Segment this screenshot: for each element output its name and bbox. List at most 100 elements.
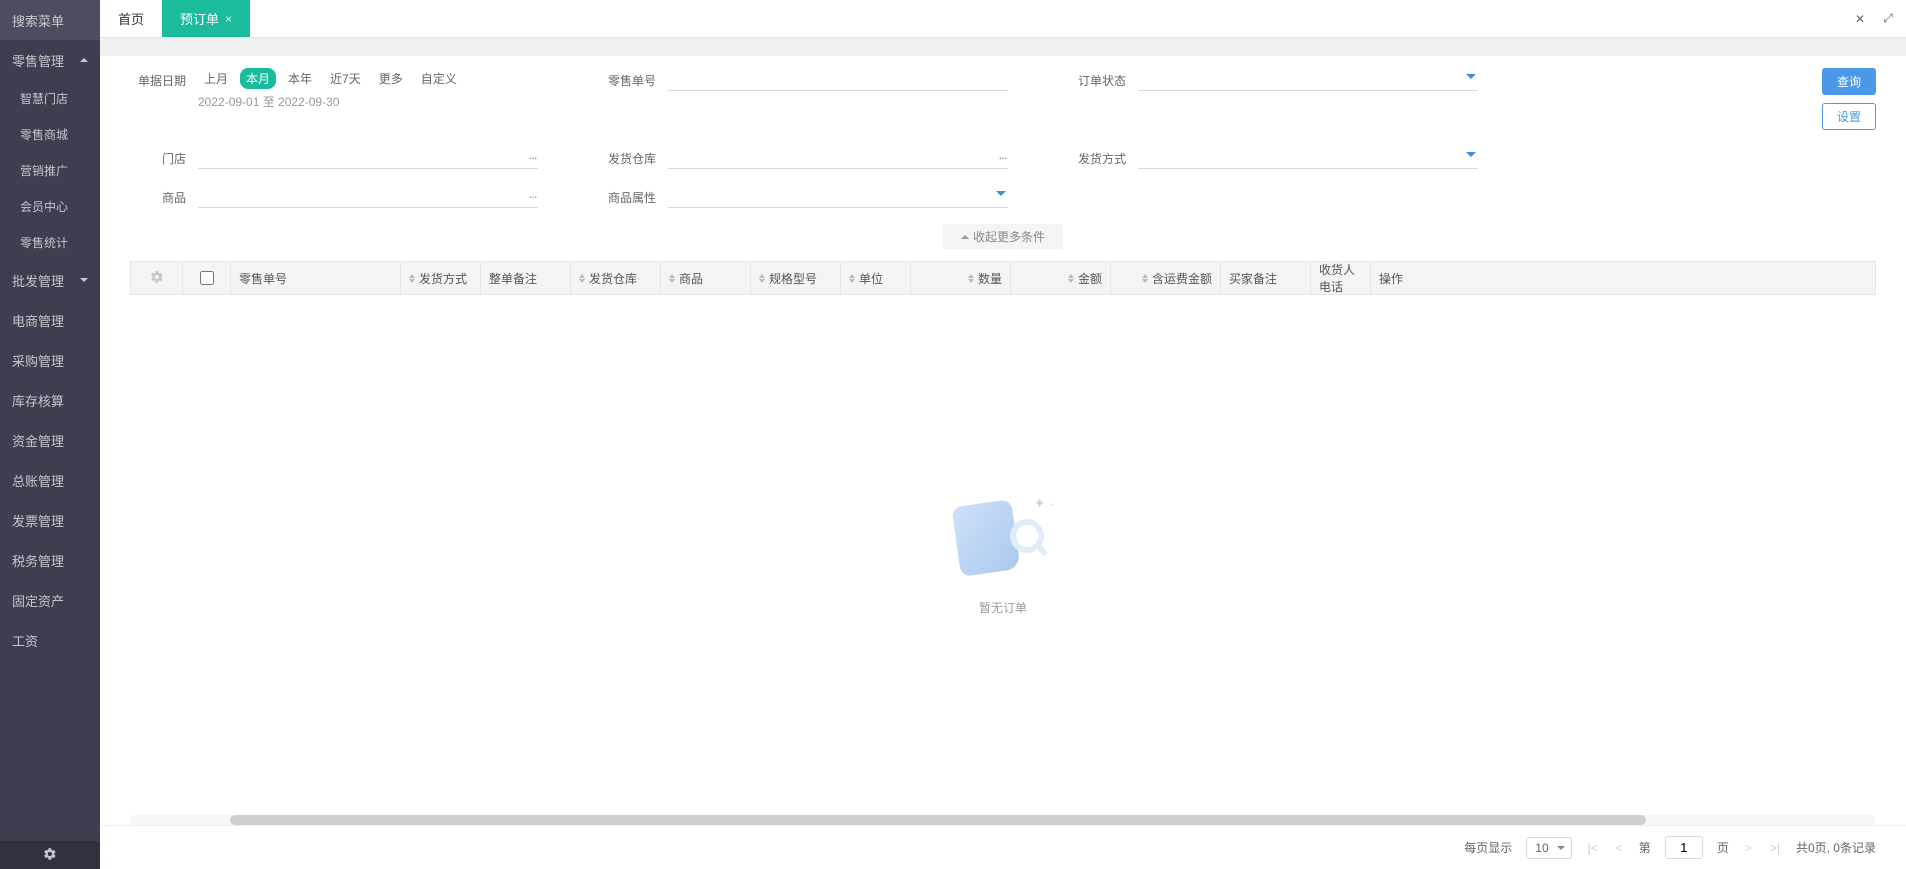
input-shipmethod[interactable] [1138, 146, 1478, 169]
th-phone[interactable]: 收货人电话 [1311, 262, 1371, 294]
date-opt-thismonth[interactable]: 本月 [240, 68, 276, 89]
per-page-select[interactable]: 10 [1526, 837, 1571, 859]
th-remark[interactable]: 整单备注 [481, 262, 571, 294]
th-retailno[interactable]: 零售单号 [231, 262, 401, 294]
input-retailno[interactable] [668, 68, 1008, 91]
sort-icon [409, 274, 415, 283]
sidebar-group-retail[interactable]: 零售管理 [0, 40, 100, 80]
date-opt-lastmonth[interactable]: 上月 [198, 68, 234, 89]
label-store: 门店 [130, 146, 186, 167]
table-area: 零售单号 发货方式 整单备注 发货仓库 商品 规格型号 单位 数量 金额 含运费… [100, 261, 1906, 825]
th-action[interactable]: 操作 [1371, 262, 1875, 294]
sort-icon [1068, 274, 1074, 283]
page-first[interactable]: |< [1586, 841, 1600, 855]
table-header: 零售单号 发货方式 整单备注 发货仓库 商品 规格型号 单位 数量 金额 含运费… [130, 261, 1876, 295]
main: 首页 预订单 × ✕ ⤢ 单据日期 上月 [100, 0, 1906, 869]
label-product: 商品 [130, 185, 186, 206]
tab-preorder[interactable]: 预订单 × [162, 0, 250, 37]
sidebar-group-funds[interactable]: 资金管理 [0, 420, 100, 460]
empty-state: ✦ · 暂无订单 [130, 295, 1876, 811]
pager: 每页显示 10 |< < 第 页 > >| 共0页, 0条记录 [100, 825, 1906, 869]
label-retailno: 零售单号 [600, 68, 656, 89]
ellipsis-icon[interactable]: ··· [998, 149, 1006, 165]
page-prev[interactable]: < [1614, 841, 1625, 855]
sidebar-group-ledger[interactable]: 总账管理 [0, 460, 100, 500]
date-range-text: 2022-09-01 至 2022-09-30 [198, 93, 463, 110]
settings-button[interactable]: 设置 [1822, 103, 1876, 130]
date-opt-7days[interactable]: 近7天 [324, 68, 367, 89]
sidebar-item-member[interactable]: 会员中心 [0, 188, 100, 224]
label-warehouse: 发货仓库 [600, 146, 656, 167]
th-product[interactable]: 商品 [661, 262, 751, 294]
th-buyerremark[interactable]: 买家备注 [1221, 262, 1311, 294]
sidebar-group-wholesale[interactable]: 批发管理 [0, 260, 100, 300]
tabs-bar: 首页 预订单 × ✕ ⤢ [100, 0, 1906, 38]
horizontal-scrollbar[interactable] [130, 815, 1876, 825]
collapse-bar[interactable]: 收起更多条件 [943, 224, 1063, 249]
ellipsis-icon[interactable]: ··· [528, 188, 536, 204]
filter-area: 单据日期 上月 本月 本年 近7天 更多 自定义 2022-09-01 至 20… [100, 56, 1906, 261]
content: 单据日期 上月 本月 本年 近7天 更多 自定义 2022-09-01 至 20… [100, 38, 1906, 869]
sidebar-group-salary[interactable]: 工资 [0, 620, 100, 660]
th-warehouse[interactable]: 发货仓库 [571, 262, 661, 294]
sidebar-group-ecommerce[interactable]: 电商管理 [0, 300, 100, 340]
sidebar: 搜索菜单 零售管理 智慧门店 零售商城 营销推广 会员中心 零售统计 批发管理 … [0, 0, 100, 869]
sidebar-item-retailmall[interactable]: 零售商城 [0, 116, 100, 152]
date-opt-thisyear[interactable]: 本年 [282, 68, 318, 89]
page-next[interactable]: > [1743, 841, 1754, 855]
page-label-pre: 第 [1639, 839, 1651, 856]
filter-top-strip [100, 38, 1906, 56]
page-input[interactable] [1665, 836, 1703, 859]
input-product[interactable] [198, 185, 538, 208]
sidebar-group-purchase[interactable]: 采购管理 [0, 340, 100, 380]
page-last[interactable]: >| [1768, 841, 1782, 855]
scrollbar-thumb[interactable] [230, 815, 1646, 825]
sort-icon [849, 274, 855, 283]
sidebar-search-label: 搜索菜单 [12, 11, 64, 30]
chevron-up-icon [961, 235, 969, 239]
page-total: 共0页, 0条记录 [1796, 839, 1876, 856]
th-unit[interactable]: 单位 [841, 262, 911, 294]
gear-icon [150, 270, 164, 287]
th-checkbox[interactable] [183, 262, 231, 294]
date-opt-more[interactable]: 更多 [373, 68, 409, 89]
chevron-down-icon[interactable] [996, 191, 1006, 197]
caret-down-icon [80, 278, 88, 282]
sidebar-search[interactable]: 搜索菜单 [0, 0, 100, 40]
date-opt-custom[interactable]: 自定义 [415, 68, 463, 89]
gear-icon [43, 847, 57, 864]
th-qty[interactable]: 数量 [911, 262, 1011, 294]
input-store[interactable] [198, 146, 538, 169]
chevron-down-icon[interactable] [1466, 74, 1476, 80]
input-productattr[interactable] [668, 185, 1008, 208]
ellipsis-icon[interactable]: ··· [528, 149, 536, 165]
sidebar-item-retailstats[interactable]: 零售统计 [0, 224, 100, 260]
th-shipamount[interactable]: 含运费金额 [1111, 262, 1221, 294]
th-settings[interactable] [131, 262, 183, 294]
sidebar-group-tax[interactable]: 税务管理 [0, 540, 100, 580]
th-shipmethod[interactable]: 发货方式 [401, 262, 481, 294]
sort-icon [968, 274, 974, 283]
empty-text: 暂无订单 [979, 599, 1027, 616]
sidebar-group-fixedasset[interactable]: 固定资产 [0, 580, 100, 620]
tabs-expand[interactable]: ⤢ [1878, 9, 1898, 29]
sort-icon [669, 274, 675, 283]
sidebar-item-smartstore[interactable]: 智慧门店 [0, 80, 100, 116]
sidebar-item-marketing[interactable]: 营销推广 [0, 152, 100, 188]
tab-home[interactable]: 首页 [100, 0, 162, 37]
chevron-down-icon[interactable] [1466, 152, 1476, 158]
sort-icon [579, 274, 585, 283]
date-options: 上月 本月 本年 近7天 更多 自定义 [198, 68, 463, 89]
sort-icon [759, 274, 765, 283]
input-warehouse[interactable] [668, 146, 1008, 169]
th-spec[interactable]: 规格型号 [751, 262, 841, 294]
input-orderstatus[interactable] [1138, 68, 1478, 91]
sidebar-group-invoice[interactable]: 发票管理 [0, 500, 100, 540]
sidebar-settings[interactable] [0, 841, 100, 869]
tabs-close-all[interactable]: ✕ [1850, 9, 1870, 29]
sidebar-group-inventory[interactable]: 库存核算 [0, 380, 100, 420]
select-all-checkbox[interactable] [200, 271, 214, 285]
close-icon[interactable]: × [225, 12, 232, 26]
th-amount[interactable]: 金额 [1011, 262, 1111, 294]
query-button[interactable]: 查询 [1822, 68, 1876, 95]
